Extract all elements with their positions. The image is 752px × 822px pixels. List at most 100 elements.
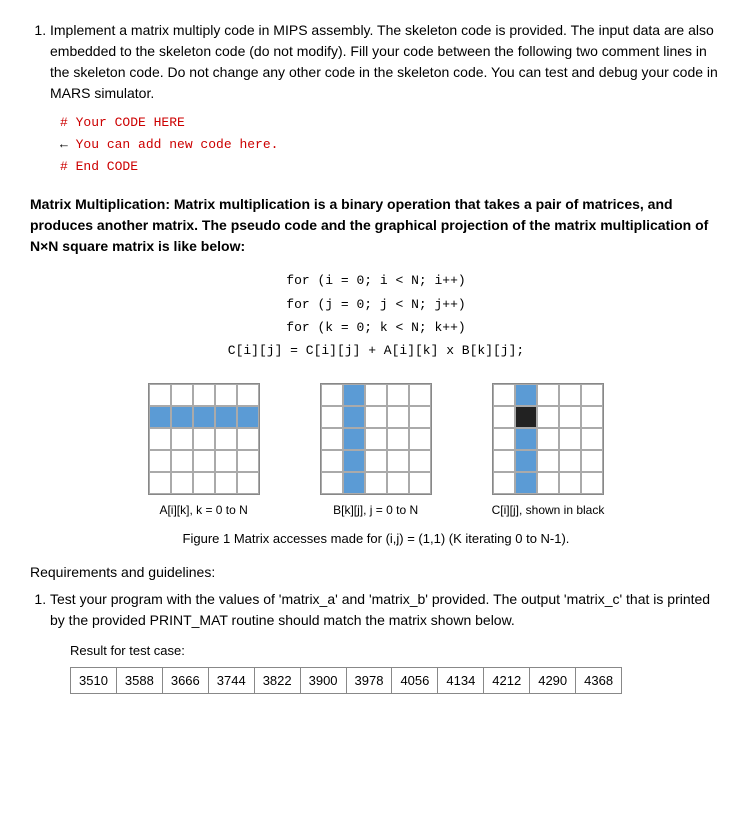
matrix-cell-blue: [343, 472, 365, 494]
matrix-cell: [581, 472, 603, 494]
table-cell: 3744: [208, 667, 254, 694]
matrix-cell-blue: [215, 406, 237, 428]
matrix-cell-blue: [237, 406, 259, 428]
matrix-cell: [321, 384, 343, 406]
matrix-cell: [559, 384, 581, 406]
table-cell: 4212: [484, 667, 530, 694]
matrix-cell: [537, 428, 559, 450]
matrix-cell: [387, 384, 409, 406]
matrix-cell-blue: [343, 450, 365, 472]
matrix-cell: [559, 450, 581, 472]
matrix-cell: [365, 384, 387, 406]
table-cell: 4056: [392, 667, 438, 694]
code-line-3: # End CODE: [60, 156, 722, 178]
matrix-cell: [581, 450, 603, 472]
matrix-cell-blue: [515, 428, 537, 450]
matrix-cell: [193, 428, 215, 450]
matrix-cell: [581, 406, 603, 428]
result-label: Result for test case:: [70, 641, 722, 661]
matrix-cell: [149, 428, 171, 450]
matrix-cell: [537, 384, 559, 406]
matrix-cell: [237, 428, 259, 450]
matrix-cell: [409, 472, 431, 494]
matrix-a-grid: [148, 383, 260, 495]
matrix-cell: [193, 384, 215, 406]
matrix-cell-blue: [171, 406, 193, 428]
matrix-cell: [409, 406, 431, 428]
pseudo-line-1: for (i = 0; i < N; i++): [30, 269, 722, 292]
matrix-cell-blue: [515, 472, 537, 494]
requirement-item-1: Test your program with the values of 'ma…: [50, 589, 722, 694]
matrix-cell-blue: [515, 450, 537, 472]
matrix-cell: [237, 450, 259, 472]
matrix-cell: [493, 428, 515, 450]
table-cell: 4134: [438, 667, 484, 694]
matrix-cell: [215, 472, 237, 494]
list-item-1: Implement a matrix multiply code in MIPS…: [50, 20, 722, 178]
matrix-cell: [537, 450, 559, 472]
matrix-cell: [237, 384, 259, 406]
section-title-bold: Matrix Multiplication:: [30, 196, 170, 212]
table-row: 3510358836663744382239003978405641344212…: [71, 667, 622, 694]
matrix-cell: [171, 384, 193, 406]
matrix-a-label: A[i][k], k = 0 to N: [159, 501, 247, 519]
pseudo-code-block: for (i = 0; i < N; i++) for (j = 0; j < …: [30, 269, 722, 363]
matrix-cell: [365, 406, 387, 428]
matrix-cell: [493, 450, 515, 472]
matrix-a-wrapper: A[i][k], k = 0 to N: [148, 383, 260, 519]
matrix-cell: [537, 472, 559, 494]
arrow-icon: ←: [60, 137, 68, 152]
matrix-cell: [559, 428, 581, 450]
table-cell: 3978: [346, 667, 392, 694]
matrix-cell: [559, 472, 581, 494]
matrix-cell: [559, 406, 581, 428]
matrix-cell: [493, 472, 515, 494]
matrix-b-wrapper: B[k][j], j = 0 to N: [320, 383, 432, 519]
table-cell: 3822: [254, 667, 300, 694]
table-cell: 3900: [300, 667, 346, 694]
pseudo-line-3: for (k = 0; k < N; k++): [30, 316, 722, 339]
matrix-cell: [193, 472, 215, 494]
matrix-cell-blue: [149, 406, 171, 428]
matrix-cell: [149, 472, 171, 494]
table-cell: 4290: [530, 667, 576, 694]
table-cell: 3666: [162, 667, 208, 694]
matrix-cell: [537, 406, 559, 428]
matrix-cell: [171, 428, 193, 450]
matrix-b-label: B[k][j], j = 0 to N: [333, 501, 418, 519]
intro-paragraph: Implement a matrix multiply code in MIPS…: [50, 20, 722, 104]
matrix-cell-blue: [343, 406, 365, 428]
matrix-cell: [321, 428, 343, 450]
matrix-cell: [237, 472, 259, 494]
matrix-cell: [387, 406, 409, 428]
matrix-cell-blue: [343, 428, 365, 450]
matrix-cell: [365, 450, 387, 472]
matrix-b-grid: [320, 383, 432, 495]
table-cell: 3588: [116, 667, 162, 694]
matrix-cell: [493, 384, 515, 406]
code-block: # Your CODE HERE ← You can add new code …: [50, 112, 722, 178]
matrix-cell: [321, 450, 343, 472]
code-line-1: # Your CODE HERE: [60, 112, 722, 134]
matrix-c-label: C[i][j], shown in black: [492, 501, 605, 519]
matrix-cell: [581, 428, 603, 450]
requirements-title: Requirements and guidelines:: [30, 562, 722, 583]
matrix-cell: [171, 450, 193, 472]
matrix-cell-blue: [515, 384, 537, 406]
code-line-2: ← You can add new code here.: [60, 134, 722, 156]
matrix-cell: [365, 472, 387, 494]
matrix-multiplication-section: Matrix Multiplication: Matrix multiplica…: [30, 194, 722, 548]
table-cell: 3510: [71, 667, 117, 694]
matrix-cell: [149, 384, 171, 406]
matrix-cell: [215, 428, 237, 450]
matrix-cell: [581, 384, 603, 406]
matrix-cell: [321, 406, 343, 428]
matrix-cell-blue: [193, 406, 215, 428]
matrix-cell: [193, 450, 215, 472]
matrix-cell: [215, 450, 237, 472]
matrices-container: A[i][k], k = 0 to N: [30, 383, 722, 519]
matrix-cell: [387, 472, 409, 494]
requirement-text-1: Test your program with the values of 'ma…: [50, 589, 722, 631]
figure-caption: Figure 1 Matrix accesses made for (i,j) …: [30, 529, 722, 549]
code-line-2-text: You can add new code here.: [68, 137, 279, 152]
